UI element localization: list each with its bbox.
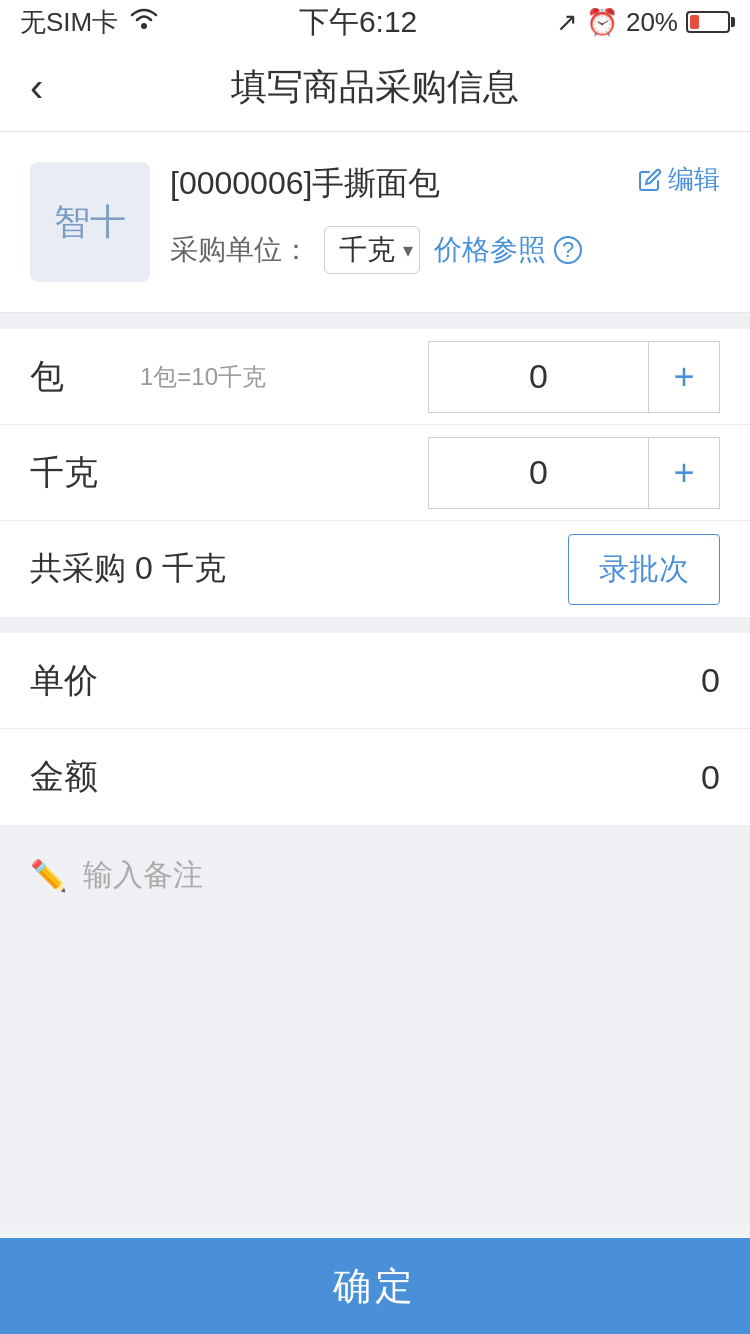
product-card: 智十 [0000006]手撕面包 编辑 采购单位： 千克 价格参照 ?: [0, 132, 750, 313]
pack-section: 包 1包=10千克 +: [0, 329, 750, 425]
carrier-label: 无SIM卡: [20, 5, 118, 40]
pack-plus-button[interactable]: +: [648, 341, 720, 413]
product-id: [0000006]: [170, 165, 312, 201]
kg-row: 千克 +: [0, 425, 750, 521]
battery-fill: [690, 15, 699, 29]
pack-sublabel: 1包=10千克: [140, 361, 266, 393]
product-logo: 智十: [54, 204, 126, 240]
unit-select[interactable]: 千克: [324, 226, 420, 274]
unit-value: 千克: [339, 231, 395, 269]
back-button[interactable]: ‹: [30, 65, 43, 110]
product-name: [0000006]手撕面包: [170, 162, 440, 206]
kg-label: 千克: [30, 450, 130, 496]
price-section: 单价 0 金额 0: [0, 633, 750, 825]
status-left: 无SIM卡: [20, 5, 160, 40]
battery-percentage: 20%: [626, 7, 678, 38]
product-top-row: [0000006]手撕面包 编辑: [170, 162, 720, 206]
page-title: 填写商品采购信息: [231, 63, 519, 112]
confirm-button[interactable]: 确定: [0, 1238, 750, 1334]
status-bar: 无SIM卡 下午6:12 ↗ ⏰ 20%: [0, 0, 750, 44]
unit-price-value: 0: [701, 661, 720, 700]
amount-label: 金额: [30, 754, 98, 800]
kg-plus-button[interactable]: +: [648, 437, 720, 509]
summary-text: 共采购 0 千克: [30, 547, 226, 591]
amount-row: 金额 0: [0, 729, 750, 825]
battery-icon: [686, 11, 730, 33]
remark-section[interactable]: ✏️ 输入备注: [0, 825, 750, 925]
price-ref-label: 价格参照: [434, 231, 546, 269]
wifi-icon: [128, 7, 160, 38]
unit-price-label: 单价: [30, 658, 98, 704]
batch-button[interactable]: 录批次: [568, 534, 720, 605]
unit-label: 采购单位：: [170, 231, 310, 269]
product-info: [0000006]手撕面包 编辑 采购单位： 千克 价格参照 ?: [170, 162, 720, 274]
summary-row: 共采购 0 千克 录批次: [0, 521, 750, 617]
alarm-icon: ⏰: [586, 7, 618, 38]
kg-section: 千克 +: [0, 425, 750, 521]
location-icon: ↗: [556, 7, 578, 38]
product-thumbnail: 智十: [30, 162, 150, 282]
unit-price-row: 单价 0: [0, 633, 750, 729]
svg-point-0: [141, 23, 147, 29]
pack-input[interactable]: [428, 341, 648, 413]
kg-input-area: +: [130, 437, 720, 509]
kg-input[interactable]: [428, 437, 648, 509]
section-divider-2: [0, 617, 750, 633]
edit-button[interactable]: 编辑: [638, 162, 720, 197]
status-right: ↗ ⏰ 20%: [556, 7, 730, 38]
product-unit-row: 采购单位： 千克 价格参照 ?: [170, 226, 720, 274]
content-bottom: [0, 925, 750, 1225]
help-icon: ?: [554, 236, 582, 264]
product-title: 手撕面包: [312, 165, 440, 201]
status-time: 下午6:12: [299, 2, 417, 43]
price-ref-button[interactable]: 价格参照 ?: [434, 231, 582, 269]
edit-label: 编辑: [668, 162, 720, 197]
pack-input-area: +: [266, 341, 720, 413]
remark-placeholder: 输入备注: [83, 855, 203, 896]
section-divider-1: [0, 313, 750, 329]
pack-label: 包: [30, 354, 130, 400]
pencil-icon: ✏️: [30, 858, 67, 893]
pack-row: 包 1包=10千克 +: [0, 329, 750, 425]
amount-value: 0: [701, 758, 720, 797]
nav-bar: ‹ 填写商品采购信息: [0, 44, 750, 132]
